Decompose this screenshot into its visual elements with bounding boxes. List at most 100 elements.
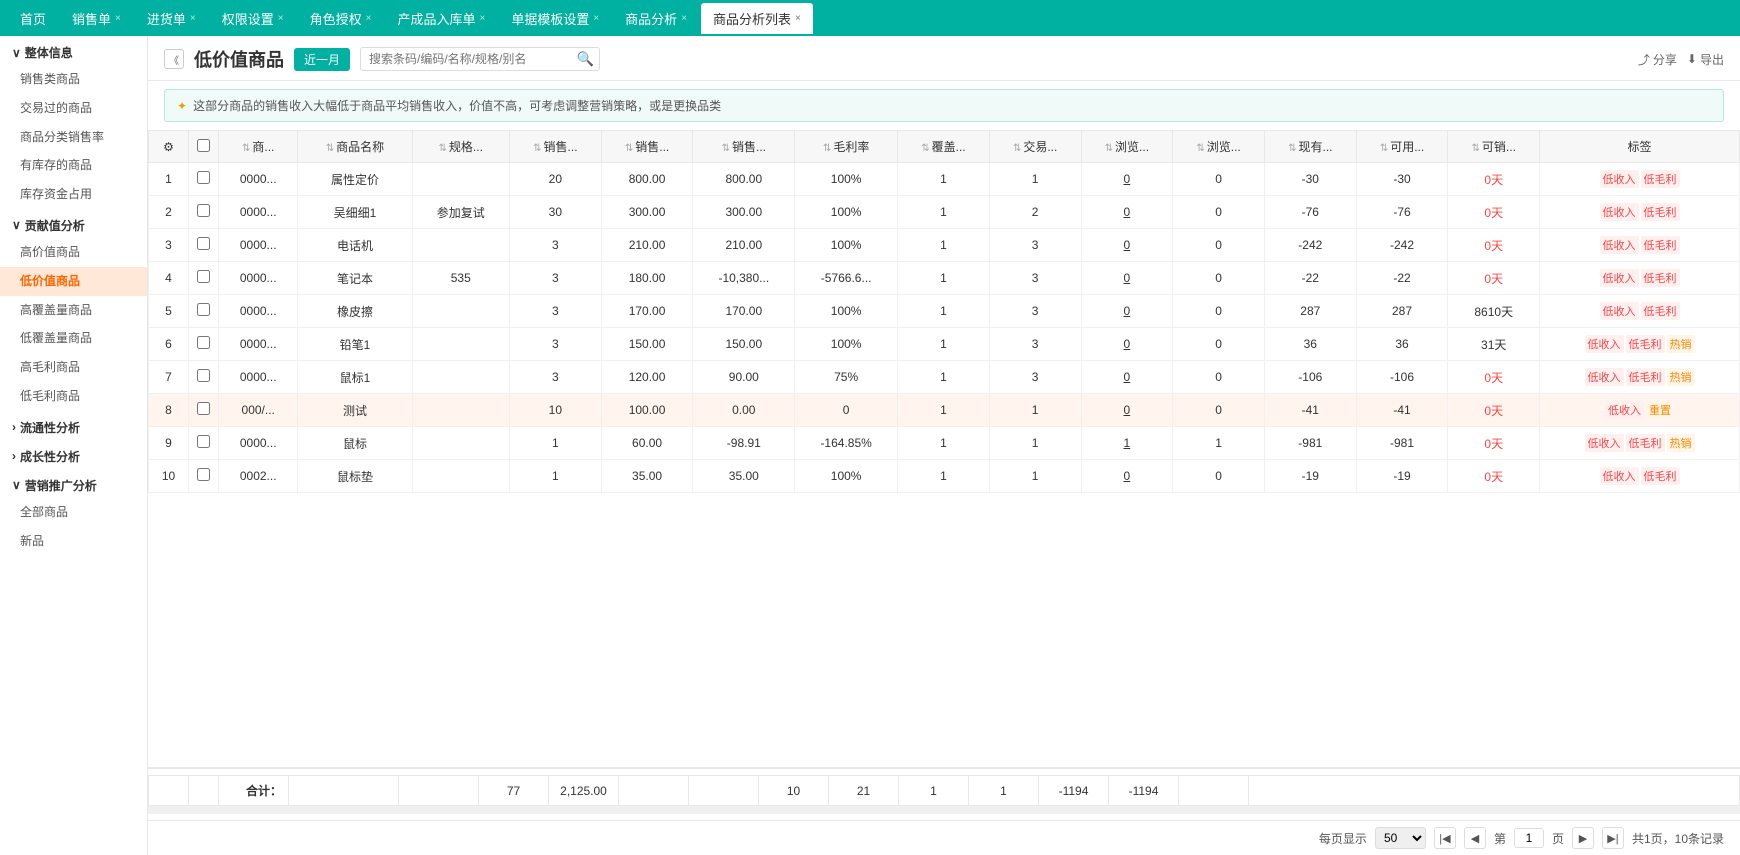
row-checkbox[interactable] [197,270,210,283]
col-header-transaction[interactable]: ⇅交易... [989,131,1081,163]
col-header-sellable[interactable]: ⇅可销... [1448,131,1540,163]
close-icon[interactable]: × [479,13,485,24]
sidebar-item-category-sales[interactable]: 商品分类销售率 [0,123,147,152]
col-header-browse1[interactable]: ⇅浏览... [1081,131,1173,163]
sidebar-group-circulation[interactable]: › 流通性分析 [0,411,147,440]
nav-roles[interactable]: 角色授权 × [298,3,384,34]
col-header-settings[interactable]: ⚙ [149,131,189,163]
row-checkbox-cell[interactable] [189,427,219,460]
select-all-checkbox[interactable] [197,139,210,152]
row-checkbox[interactable] [197,402,210,415]
col-header-margin[interactable]: ⇅毛利率 [795,131,898,163]
row-checkbox-cell[interactable] [189,229,219,262]
browse-link[interactable]: 0 [1124,172,1131,186]
export-button[interactable]: ⬇ 导出 [1687,51,1724,68]
share-button[interactable]: ⤴ 分享 [1638,51,1677,68]
nav-sales[interactable]: 销售单 × [60,3,133,34]
period-button[interactable]: 近一月 [294,48,350,71]
nav-home[interactable]: 首页 [8,3,58,34]
search-icon[interactable]: 🔍 [577,51,594,68]
sidebar-item-traded-products[interactable]: 交易过的商品 [0,94,147,123]
row-checkbox-cell[interactable] [189,262,219,295]
browse-link[interactable]: 0 [1124,304,1131,318]
page-size-select[interactable]: 50 100 200 [1375,827,1426,849]
row-checkbox[interactable] [197,468,210,481]
close-icon[interactable]: × [115,13,121,24]
col-header-check[interactable] [189,131,219,163]
prev-page-button[interactable]: ◀ [1464,827,1486,849]
col-header-browse2[interactable]: ⇅浏览... [1173,131,1265,163]
sidebar-group-growth[interactable]: › 成长性分析 [0,440,147,469]
row-checkbox-cell[interactable] [189,394,219,427]
sidebar-collapse-button[interactable]: 《 [164,49,184,69]
table-row: 3 0000... 电话机 3 210.00 210.00 100% 1 3 0… [149,229,1740,262]
browse-link[interactable]: 0 [1124,370,1131,384]
row-checkbox-cell[interactable] [189,295,219,328]
browse-link[interactable]: 0 [1124,403,1131,417]
col-header-spec[interactable]: ⇅规格... [412,131,509,163]
nav-permissions[interactable]: 权限设置 × [210,3,296,34]
col-header-code[interactable]: ⇅商... [219,131,298,163]
row-checkbox-cell[interactable] [189,196,219,229]
page-number-input[interactable] [1514,828,1544,848]
close-icon[interactable]: × [190,13,196,24]
sidebar-item-capital[interactable]: 库存资金占用 [0,180,147,209]
sidebar-item-sales-products[interactable]: 销售类商品 [0,65,147,94]
row-checkbox[interactable] [197,171,210,184]
row-checkbox-cell[interactable] [189,460,219,493]
close-icon[interactable]: × [366,13,372,24]
browse-link[interactable]: 0 [1124,238,1131,252]
nav-product-analysis[interactable]: 商品分析 × [613,3,699,34]
nav-product-analysis-list[interactable]: 商品分析列表 × [701,3,813,34]
row-checkbox[interactable] [197,435,210,448]
sidebar-item-low-margin[interactable]: 低毛利商品 [0,382,147,411]
browse-link[interactable]: 1 [1124,436,1131,450]
close-icon[interactable]: × [278,13,284,24]
sidebar-item-high-coverage[interactable]: 高覆盖量商品 [0,296,147,325]
next-page-button[interactable]: ▶ [1572,827,1594,849]
sidebar-item-all-products[interactable]: 全部商品 [0,498,147,527]
col-header-stock1[interactable]: ⇅现有... [1264,131,1356,163]
row-checkbox[interactable] [197,369,210,382]
row-checkbox-cell[interactable] [189,163,219,196]
col-header-sales3[interactable]: ⇅销售... [693,131,795,163]
first-page-button[interactable]: |◀ [1434,827,1456,849]
nav-purchase[interactable]: 进货单 × [135,3,208,34]
col-header-sales2[interactable]: ⇅销售... [601,131,693,163]
row-checkbox-cell[interactable] [189,361,219,394]
last-page-button[interactable]: ▶| [1602,827,1624,849]
row-checkbox[interactable] [197,237,210,250]
total-browse1: 1 [899,776,969,806]
sidebar-item-low-coverage[interactable]: 低覆盖量商品 [0,324,147,353]
nav-templates[interactable]: 单据模板设置 × [499,3,611,34]
col-header-sales1[interactable]: ⇅销售... [509,131,601,163]
sidebar-item-low-value[interactable]: 低价值商品 [0,267,147,296]
close-icon[interactable]: × [681,13,687,24]
close-icon[interactable]: × [795,13,801,24]
sidebar-group-overall[interactable]: ∨ 整体信息 [0,36,147,65]
sidebar-group-contribution[interactable]: ∨ 贡献值分析 [0,209,147,238]
sidebar-item-stock-products[interactable]: 有库存的商品 [0,151,147,180]
row-spec [412,295,509,328]
horizontal-scrollbar[interactable] [148,806,1740,814]
nav-products[interactable]: 产成品入库单 × [385,3,497,34]
sidebar-item-high-margin[interactable]: 高毛利商品 [0,353,147,382]
row-checkbox-cell[interactable] [189,328,219,361]
browse-link[interactable]: 0 [1124,205,1131,219]
search-input[interactable] [360,47,600,71]
close-icon[interactable]: × [593,13,599,24]
row-browse2: 0 [1173,361,1265,394]
browse-link[interactable]: 0 [1124,271,1131,285]
row-checkbox[interactable] [197,336,210,349]
sidebar-group-marketing[interactable]: ∨ 营销推广分析 [0,469,147,498]
sidebar-item-high-value[interactable]: 高价值商品 [0,238,147,267]
row-checkbox[interactable] [197,303,210,316]
col-header-name[interactable]: ⇅商品名称 [298,131,412,163]
sidebar-item-new-products[interactable]: 新品 [0,527,147,556]
browse-link[interactable]: 0 [1124,469,1131,483]
row-days: 0天 [1448,262,1540,295]
row-checkbox[interactable] [197,204,210,217]
browse-link[interactable]: 0 [1124,337,1131,351]
col-header-coverage[interactable]: ⇅覆盖... [898,131,990,163]
col-header-stock2[interactable]: ⇅可用... [1356,131,1448,163]
